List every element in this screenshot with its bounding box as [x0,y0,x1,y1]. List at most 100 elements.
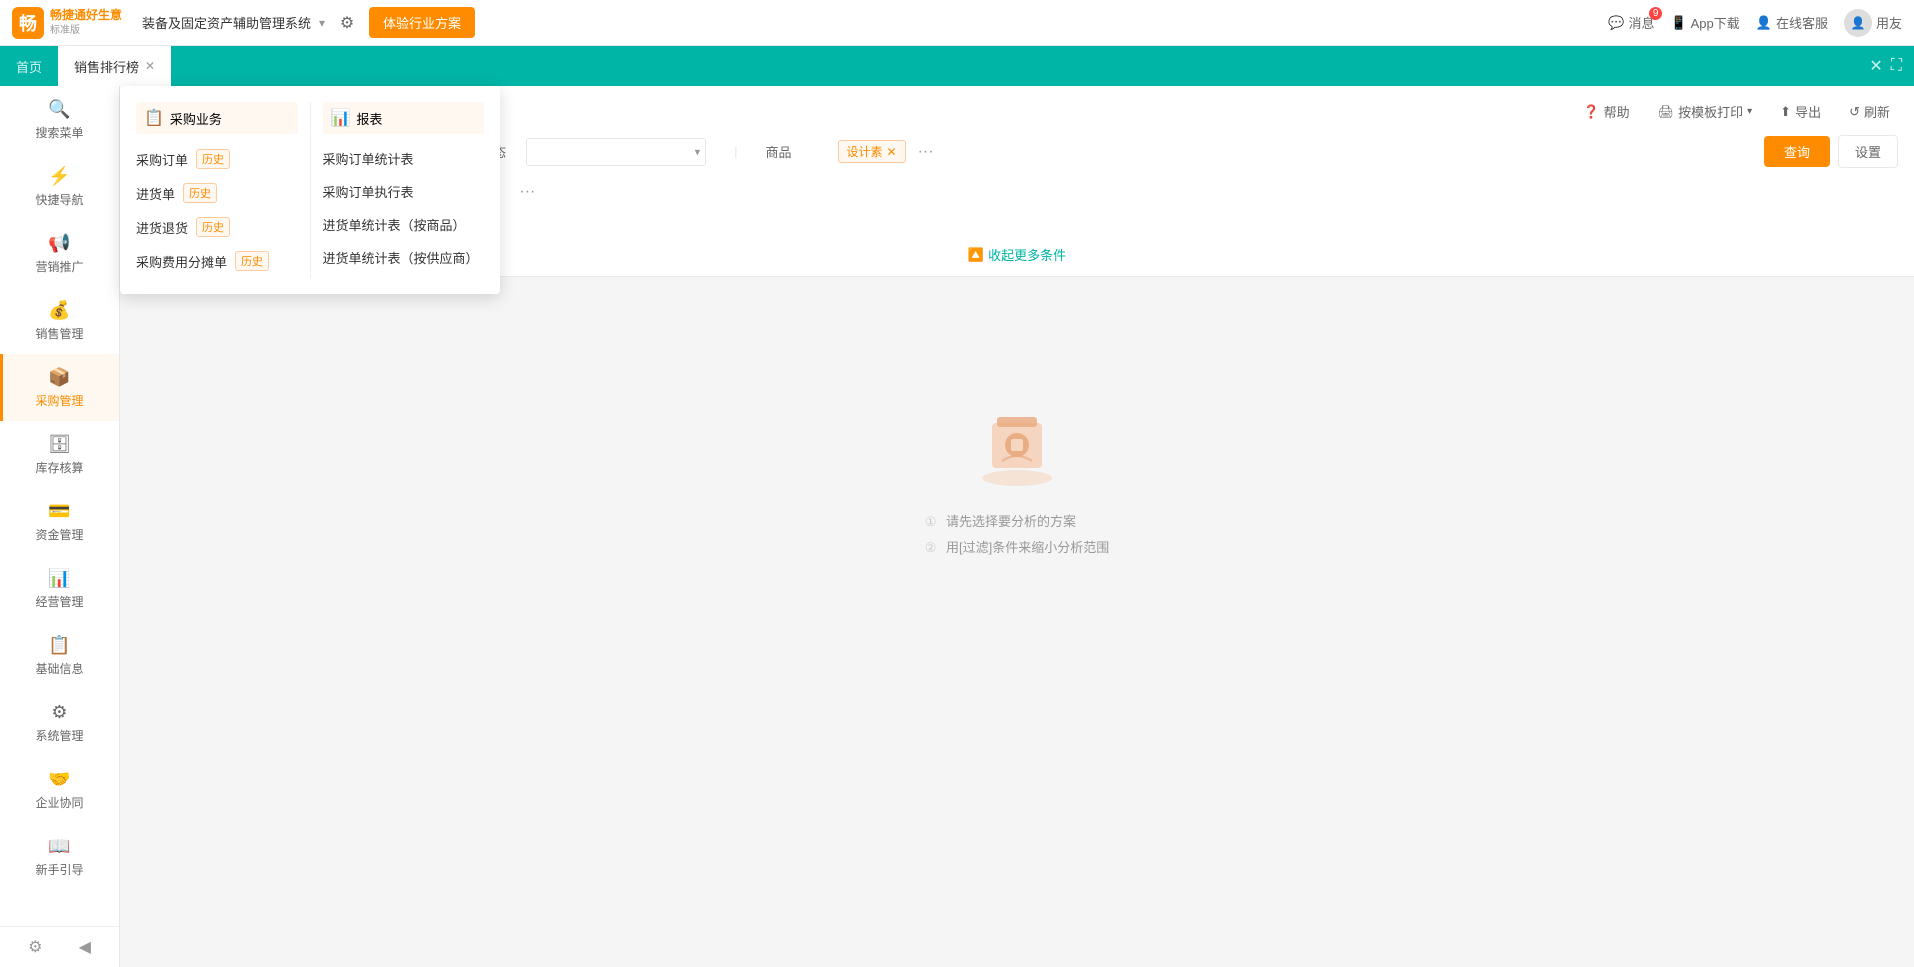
purchase-exec-report-label: 采购订单执行表 [323,182,414,201]
collapse-label: 收起更多条件 [988,245,1066,264]
online-service-label: 在线客服 [1776,13,1828,32]
collapse-up-icon: 🔼 [968,247,984,263]
inbound-label: 进货单 [136,184,175,203]
tab-fullscreen-icon[interactable]: ⛶ [1891,57,1902,75]
sidebar-item-purchase[interactable]: 📦 采购管理 [0,354,119,421]
fee-history: 历史 [235,251,269,271]
sidebar-item-navigation[interactable]: ⚡ 快捷导航 [0,153,119,220]
refresh-label: 刷新 [1864,102,1890,121]
sidebar-item-search[interactable]: 🔍 搜索菜单 [0,86,119,153]
inbound-goods-report-label: 进货单统计表（按商品） [323,215,466,234]
empty-tip-1: ① 请先选择要分析的方案 [925,509,1110,535]
sidebar-collapse-icon[interactable]: ◀ [79,937,91,957]
refresh-button[interactable]: ↺ 刷新 [1841,98,1898,125]
report-col-title: 报表 [356,109,382,128]
sidebar-label-system: 系统管理 [35,727,83,744]
return-label: 进货退货 [136,218,188,237]
dropdown-purchase-col: 📋 采购业务 采购订单 历史 进货单 历史 进货退货 历史 采购费用分摊单 历史 [136,102,298,278]
dropdown-menu: 📋 采购业务 采购订单 历史 进货单 历史 进货退货 历史 采购费用分摊单 历史 [120,86,500,294]
logo-text-line1: 畅捷通好生意 [50,8,122,24]
goods-label: 商品 [766,142,826,161]
service-icon: 👤 [1756,15,1772,31]
purchase-col-title: 采购业务 [170,109,222,128]
dropdown-item-purchase-order[interactable]: 采购订单 历史 [136,142,298,176]
sidebar-label-guide: 新手引导 [35,861,83,878]
sidebar-item-inventory[interactable]: 🗄 库存核算 [0,421,119,488]
sidebar-item-finance[interactable]: 💳 资金管理 [0,488,119,555]
dropdown-item-return[interactable]: 进货退货 历史 [136,210,298,244]
dropdown-item-inbound-supplier-report[interactable]: 进货单统计表（按供应商） [323,241,485,274]
tab-bar-right: ✕ ⛶ [1869,56,1914,76]
tab-home[interactable]: 首页 [0,46,58,86]
help-label: 帮助 [1604,102,1630,121]
sidebar-label-inventory: 库存核算 [35,459,83,476]
sidebar-item-guide[interactable]: 📖 新手引导 [0,823,119,890]
logo-icon: 畅 [12,7,44,39]
management-icon: 📊 [49,567,71,589]
query-button[interactable]: 查询 [1764,136,1830,167]
tab-close-all-icon[interactable]: ✕ [1869,56,1882,76]
system-icon: ⚙ [49,701,71,723]
user-avatar[interactable]: 👤 用友 [1844,9,1902,37]
status-select-wrapper: ▾ [526,138,706,166]
print-button[interactable]: 🖨 按模板打印 ▾ [1650,98,1761,125]
export-icon: ⬆ [1780,104,1791,120]
sales-icon: 💰 [49,299,71,321]
sidebar-item-marketing[interactable]: 📢 营销推广 [0,220,119,287]
nav-dropdown-icon[interactable]: ▾ [319,16,325,30]
basic-info-icon: 📋 [49,634,71,656]
tab-sales-ranking[interactable]: 销售排行榜 ✕ [58,46,171,86]
goods-tag-remove[interactable]: ✕ [887,145,897,159]
sidebar-item-management[interactable]: 📊 经营管理 [0,555,119,622]
export-button[interactable]: ⬆ 导出 [1772,98,1829,125]
online-service-button[interactable]: 👤 在线客服 [1756,13,1828,32]
print-label: 按模板打印 [1678,102,1743,121]
sidebar: 🔍 搜索菜单 ⚡ 快捷导航 📢 营销推广 💰 销售管理 📦 采购管理 🗄 库存核… [0,86,120,967]
message-badge: 9 [1649,7,1663,20]
finance-icon: 💳 [49,500,71,522]
goods-more-btn[interactable]: ··· [918,143,934,161]
settings-button[interactable]: 设置 [1838,135,1898,168]
sidebar-label-sales: 销售管理 [35,325,83,342]
purchase-order-report-label: 采购订单统计表 [323,149,414,168]
marketing-icon: 📢 [49,232,71,254]
dropdown-item-inbound-goods-report[interactable]: 进货单统计表（按商品） [323,208,485,241]
app-download-button[interactable]: 📱 App下载 [1670,13,1739,32]
messages-button[interactable]: 💬 消息 9 [1608,13,1654,32]
salesperson-more-btn[interactable]: ··· [519,183,535,201]
print-icon: 🖨 [1658,104,1675,120]
goods-tag: 设计素 ✕ [838,140,906,163]
sidebar-label-basic-info: 基础信息 [35,660,83,677]
empty-tip-2: ② 用[过滤]条件来缩小分析范围 [925,535,1110,561]
dropdown-report-header: 📊 报表 [323,102,485,134]
inventory-icon: 🗄 [49,433,71,455]
search-icon: 🔍 [49,98,71,120]
dropdown-item-purchase-exec-report[interactable]: 采购订单执行表 [323,175,485,208]
empty-state: ① 请先选择要分析的方案 ② 用[过滤]条件来缩小分析范围 [120,277,1914,677]
dropdown-report-col: 📊 报表 采购订单统计表 采购订单执行表 进货单统计表（按商品） 进货单统计表（… [323,102,485,278]
sidebar-item-cooperation[interactable]: 🤝 企业协同 [0,756,119,823]
sidebar-label-finance: 资金管理 [35,526,83,543]
print-arrow-icon: ▾ [1747,106,1752,117]
dropdown-item-purchase-order-report[interactable]: 采购订单统计表 [323,142,485,175]
help-button[interactable]: ❓ 帮助 [1575,98,1637,125]
phone-icon: 📱 [1670,15,1686,31]
sidebar-item-sales[interactable]: 💰 销售管理 [0,287,119,354]
industry-button[interactable]: 体验行业方案 [369,7,475,38]
sidebar-label-search: 搜索菜单 [35,124,83,141]
purchase-col-icon: 📋 [144,108,164,128]
inbound-history: 历史 [183,183,217,203]
sidebar-item-system[interactable]: ⚙ 系统管理 [0,689,119,756]
purchase-icon: 📦 [49,366,71,388]
export-label: 导出 [1795,102,1821,121]
purchase-order-label: 采购订单 [136,150,188,169]
tab-close-icon[interactable]: ✕ [145,59,155,73]
report-col-icon: 📊 [331,108,351,128]
sidebar-settings-icon[interactable]: ⚙ [28,937,42,957]
dropdown-item-inbound[interactable]: 进货单 历史 [136,176,298,210]
status-select[interactable] [526,138,706,166]
nav-settings-icon[interactable]: ⚙ [333,9,361,37]
sidebar-item-basic-info[interactable]: 📋 基础信息 [0,622,119,689]
dropdown-item-fee[interactable]: 采购费用分摊单 历史 [136,244,298,278]
purchase-order-history: 历史 [196,149,230,169]
